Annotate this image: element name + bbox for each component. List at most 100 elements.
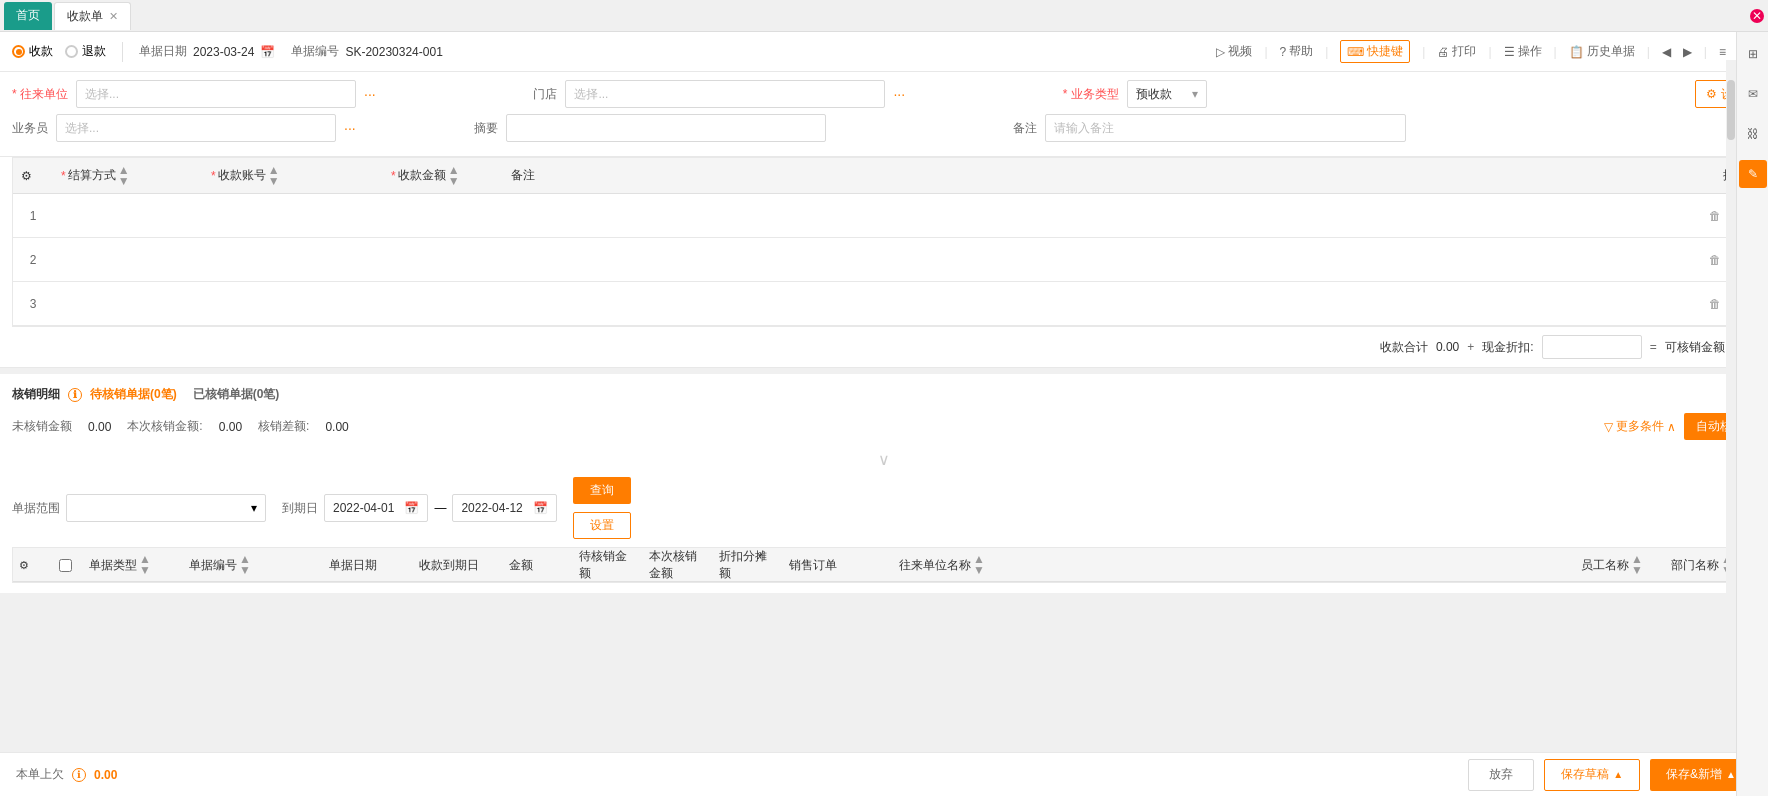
save-draft-button[interactable]: 保存草稿 ▲ [1544,759,1640,791]
store-more-icon[interactable]: ··· [893,87,905,101]
radio-refund[interactable]: 退款 [65,43,106,60]
current-value: 0.00 [94,768,117,782]
salesperson-input[interactable]: 选择... [56,114,336,142]
receipt-refund-toggle: 收款 退款 [12,43,106,60]
sort-employee-icon[interactable]: ▲▼ [1631,554,1643,576]
filter-expand-row: ∨ [12,450,1756,469]
current-info-icon[interactable]: ℹ [72,768,86,782]
tab-close-icon[interactable]: ✕ [109,10,118,23]
form-area: * 往来单位 选择... ··· 门店 选择... ··· * 业务类型 预收款… [0,72,1768,157]
tab-receipt[interactable]: 收款单 ✕ [54,2,131,30]
row-2-delete-icon[interactable]: 🗑 [1707,252,1723,268]
diff-value: 0.00 [325,420,348,434]
tab-completed[interactable]: 已核销单据(0笔) [193,384,280,405]
form-row-2: 业务员 选择... ··· 摘要 备注 请输入备注 [12,114,1756,142]
window-close-button[interactable]: ✕ [1750,9,1764,23]
print-label: 打印 [1452,43,1476,60]
row-1-delete-icon[interactable]: 🗑 [1707,208,1723,224]
history-action[interactable]: 📋 历史单据 [1569,43,1635,60]
date-from-input[interactable]: 2022-04-01 📅 [324,494,428,522]
receipt-total-value: 0.00 [1436,340,1459,354]
store-label: 门店 [533,86,557,103]
select-all-checkbox[interactable] [59,559,72,572]
next-action[interactable]: ▶ [1683,45,1692,59]
bth-current-verify: 本次核销金额 [643,548,713,582]
row-2-num: 2 [13,253,53,267]
calendar-icon[interactable]: 📅 [260,45,275,59]
unverified-value: 0.00 [88,420,111,434]
counterpart-input[interactable]: 选择... [76,80,356,108]
reconciliation-tabs: 待核销单据(0笔) 已核销单据(0笔) [90,384,295,405]
range-select[interactable]: ▾ [66,494,266,522]
list-view-action[interactable]: ≡ [1719,45,1726,59]
bth-gear[interactable]: ⚙ [13,559,53,572]
row-3-delete-icon[interactable]: 🗑 [1707,296,1723,312]
sort-bill-no-icon[interactable]: ▲▼ [239,554,251,576]
cash-discount-input[interactable] [1542,335,1642,359]
operation-action[interactable]: ☰ 操作 [1504,43,1542,60]
radio-receipt-dot [12,45,25,58]
sidebar-table-icon[interactable]: ⊞ [1739,40,1767,68]
tab-bar: 首页 收款单 ✕ ✕ [0,0,1768,32]
sort-account-icon[interactable]: ▲▼ [268,165,280,187]
bth-due-date: 收款到期日 [413,557,503,574]
receipt-total-label: 收款合计 [1380,339,1428,356]
salesperson-more-icon[interactable]: ··· [344,121,356,135]
bth-checkbox[interactable] [53,559,83,572]
sort-counterpart-icon[interactable]: ▲▼ [973,554,985,576]
help-icon: ? [1280,45,1287,59]
tab-pending[interactable]: 待核销单据(0笔) [90,384,177,405]
bill-date-value[interactable]: 2023-03-24 [193,45,254,59]
abandon-button[interactable]: 放弃 [1468,759,1534,791]
radio-receipt[interactable]: 收款 [12,43,53,60]
th-amount: * 收款金额 ▲▼ [383,165,503,187]
summary-input[interactable] [506,114,826,142]
business-type-select[interactable]: 预收款 ▾ [1127,80,1207,108]
due-date-label: 到期日 [282,500,318,517]
date-from-value: 2022-04-01 [333,501,394,515]
save-draft-label: 保存草稿 [1561,766,1609,783]
store-placeholder: 选择... [574,86,608,103]
shortcut-action[interactable]: ⌨ 快捷键 [1340,40,1410,63]
sort-settlement-icon[interactable]: ▲▼ [118,165,130,187]
help-action[interactable]: ? 帮助 [1280,43,1314,60]
sidebar-edit-icon[interactable]: ✎ [1739,160,1767,188]
unverified-label: 未核销金额 [12,418,72,435]
sort-bill-type-icon[interactable]: ▲▼ [139,554,151,576]
sidebar-message-icon[interactable]: ✉ [1739,80,1767,108]
note-input[interactable]: 请输入备注 [1045,114,1405,142]
print-action[interactable]: 🖨 打印 [1437,43,1476,60]
cal-from-icon[interactable]: 📅 [404,501,419,515]
table-header: ⚙ * 结算方式 ▲▼ * 收款账号 ▲▼ * 收款金额 ▲▼ 备注 操作 [13,158,1755,194]
sort-amount-icon[interactable]: ▲▼ [448,165,460,187]
date-range-field: 到期日 2022-04-01 📅 — 2022-04-12 📅 [282,494,557,522]
scrollbar[interactable] [1726,60,1736,752]
bill-no-value[interactable]: SK-20230324-001 [345,45,442,59]
cal-to-icon[interactable]: 📅 [533,501,548,515]
note-label: 备注 [1013,120,1037,137]
window-controls: ✕ [1750,9,1764,23]
reconciliation-info-icon[interactable]: ℹ [68,388,82,402]
tab-home[interactable]: 首页 [4,2,52,30]
expand-icon[interactable]: ∨ [878,450,890,469]
bth-sales-order: 销售订单 [783,557,893,574]
radio-refund-dot [65,45,78,58]
query-button[interactable]: 查询 [573,477,631,504]
counterpart-more-icon[interactable]: ··· [364,87,376,101]
sidebar-link-icon[interactable]: ⛓ [1739,120,1767,148]
table-row: 2 🗑 ⧉ [13,238,1755,282]
summary-row: 收款合计 0.00 + 现金折扣: = 可核销金额 0.00 [0,327,1768,368]
th-settings[interactable]: ⚙ [13,169,53,183]
settings-btn-reconciliation[interactable]: 设置 [573,512,631,539]
store-input[interactable]: 选择... [565,80,885,108]
right-sidebar: ⊞ ✉ ⛓ ✎ [1736,32,1768,796]
save-draft-arrow-icon: ▲ [1613,769,1623,780]
video-action[interactable]: ▷ 视频 [1216,43,1252,60]
more-conditions-btn[interactable]: ▽ 更多条件 ∧ [1604,418,1676,435]
toolbar-actions: ▷ 视频 | ? 帮助 | ⌨ 快捷键 | 🖨 打印 | ☰ 操作 | 📋 历史… [1216,40,1756,63]
business-type-arrow-icon: ▾ [1192,87,1198,101]
scrollbar-thumb[interactable] [1727,80,1735,140]
date-to-input[interactable]: 2022-04-12 📅 [452,494,556,522]
prev-action[interactable]: ◀ [1662,45,1671,59]
counterpart-placeholder: 选择... [85,86,119,103]
